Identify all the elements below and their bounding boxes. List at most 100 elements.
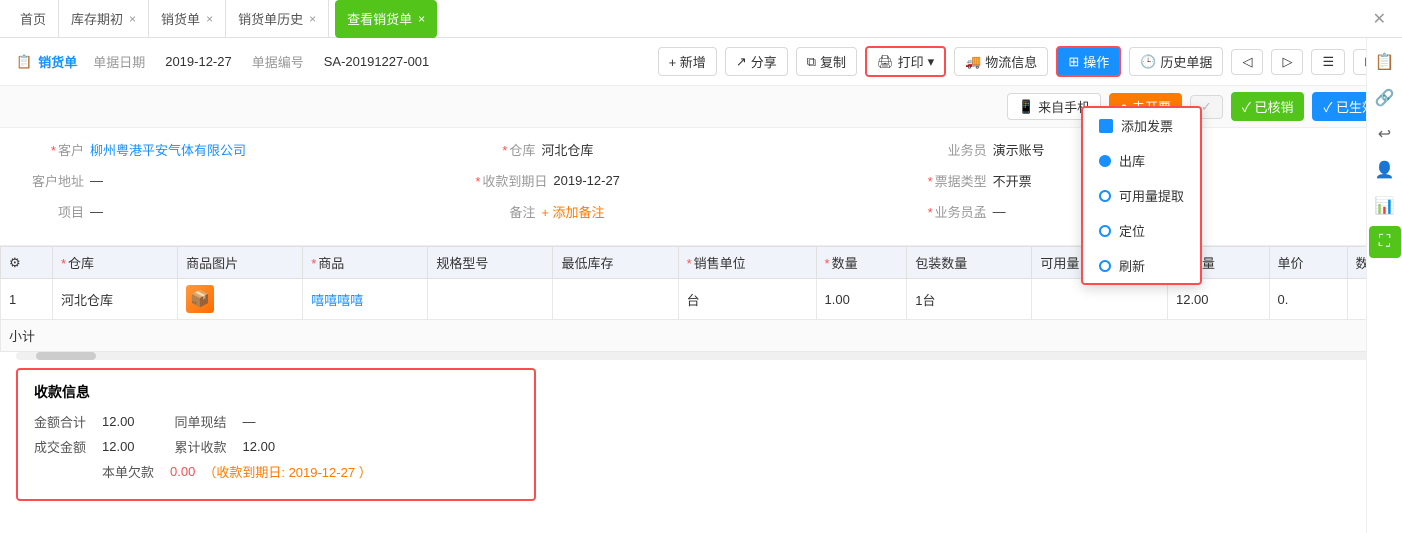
refresh-item[interactable]: 刷新 xyxy=(1083,248,1200,283)
project-label: 项目 xyxy=(24,202,84,221)
tab-sales-history-label: 销货单历史 xyxy=(238,9,303,28)
share-button[interactable]: ↗ 分享 xyxy=(725,47,788,76)
new-button[interactable]: + 新增 xyxy=(658,47,717,76)
row-product-img: 📦 xyxy=(178,279,303,320)
subtotal-label: 小计 xyxy=(1,320,1402,352)
tab-view-sales-label: 查看销货单 xyxy=(347,9,412,28)
ticket-type-label: 票据类型 xyxy=(927,171,987,190)
row-min-stock xyxy=(553,279,678,320)
history-icon: 🕒 xyxy=(1140,54,1156,70)
view-list[interactable]: ☰ xyxy=(1311,49,1345,75)
copy-button[interactable]: ⧉ 复制 xyxy=(796,47,857,76)
transaction-label: 成交金额 xyxy=(34,437,94,456)
sidebar-icon-doc[interactable]: 📋 xyxy=(1369,46,1401,78)
tab-view-sales[interactable]: 查看销货单 × xyxy=(335,0,437,38)
product-image: 📦 xyxy=(186,285,214,313)
row-spec xyxy=(428,279,553,320)
sidebar-icon-link[interactable]: 🔗 xyxy=(1369,82,1401,114)
payment-info-section: 收款信息 金额合计 12.00 同单现结 — 成交金额 12.00 累计收款 1… xyxy=(16,368,536,501)
th-settings[interactable]: ⚙ xyxy=(1,247,53,279)
note-field: 备注 + 添加备注 xyxy=(475,202,926,221)
sidebar-icon-expand[interactable]: ⛶ xyxy=(1369,226,1401,258)
date-value: 2019-12-27 xyxy=(165,54,232,69)
total-amount-field: 金额合计 12.00 xyxy=(34,412,135,431)
tab-view-sales-close[interactable]: × xyxy=(418,12,425,26)
operations-dropdown: 添加发票 出库 可用量提取 定位 刷新 xyxy=(1081,106,1202,285)
doc-title: 📋 销货单 xyxy=(16,52,77,71)
right-sidebar: 📋 🔗 ↩ 👤 📊 ⛶ xyxy=(1366,38,1402,533)
payment-date-value: 2019-12-27 xyxy=(553,173,926,188)
accumulated-label: 累计收款 xyxy=(175,437,235,456)
number-value: SA-20191227-001 xyxy=(324,54,430,69)
scroll-bar-area[interactable] xyxy=(16,352,1386,360)
check-icon: ✓ xyxy=(1201,99,1212,115)
outstanding-value: 0.00 xyxy=(170,464,195,479)
row-index: 1 xyxy=(1,279,53,320)
date-label: 单据日期 xyxy=(93,52,145,71)
tab-sales-history-close[interactable]: × xyxy=(309,12,316,26)
row-unit-price: 0. xyxy=(1269,279,1347,320)
available-qty-item[interactable]: 可用量提取 xyxy=(1083,178,1200,213)
th-quantity: 数量 xyxy=(816,247,907,279)
doc-header: 📋 销货单 单据日期 2019-12-27 单据编号 SA-20191227-0… xyxy=(0,38,1402,86)
customer-value[interactable]: 柳州粤港平安气体有限公司 xyxy=(90,140,475,159)
sidebar-icon-user[interactable]: 👤 xyxy=(1369,154,1401,186)
nav-prev[interactable]: ◁ xyxy=(1231,49,1263,75)
warehouse-label: 仓库 xyxy=(475,140,535,159)
warehouse-field: 仓库 河北仓库 xyxy=(475,140,926,159)
payment-date-field: 收款到期日 2019-12-27 xyxy=(475,171,926,190)
total-amount-label: 金额合计 xyxy=(34,412,94,431)
outbound-icon xyxy=(1099,155,1111,167)
print-button[interactable]: 🖨 打印 ▾ xyxy=(865,46,946,77)
operations-button[interactable]: ⊞ 操作 xyxy=(1056,46,1121,77)
effective-icon: ✓ xyxy=(1323,100,1332,115)
project-field: 项目 — xyxy=(24,202,475,221)
transaction-field: 成交金额 12.00 xyxy=(34,437,135,456)
add-invoice-icon xyxy=(1099,119,1113,133)
logistics-button[interactable]: 🚚 物流信息 xyxy=(954,47,1048,76)
row-quantity: 1.00 xyxy=(816,279,907,320)
tab-inventory[interactable]: 库存期初 × xyxy=(59,0,149,38)
print-dropdown-arrow: ▾ xyxy=(928,54,935,70)
add-invoice-item[interactable]: 添加发票 xyxy=(1083,108,1200,143)
tab-home[interactable]: 首页 xyxy=(8,0,59,38)
th-sales-unit: 销售单位 xyxy=(678,247,816,279)
available-qty-icon xyxy=(1099,190,1111,202)
row-product[interactable]: 嘻嘻嘻嘻 xyxy=(303,279,428,320)
tab-sales[interactable]: 销货单 × xyxy=(149,0,226,38)
scroll-bar-thumb[interactable] xyxy=(36,352,96,360)
payment-info-title: 收款信息 xyxy=(34,382,518,402)
logistics-icon: 🚚 xyxy=(965,54,981,70)
tab-sales-close[interactable]: × xyxy=(206,12,213,26)
address-field: 客户地址 — xyxy=(24,171,475,190)
locate-label: 定位 xyxy=(1119,221,1145,240)
th-pack-qty: 包装数量 xyxy=(907,247,1032,279)
th-product-img: 商品图片 xyxy=(178,247,303,279)
sidebar-icon-chart[interactable]: 📊 xyxy=(1369,190,1401,222)
tab-bar: 首页 库存期初 × 销货单 × 销货单历史 × 查看销货单 × ✕ xyxy=(0,0,1402,38)
row-warehouse: 河北仓库 xyxy=(52,279,177,320)
tab-inventory-close[interactable]: × xyxy=(129,12,136,26)
window-close[interactable]: ✕ xyxy=(1365,9,1394,29)
outbound-item[interactable]: 出库 xyxy=(1083,143,1200,178)
history-button[interactable]: 🕒 历史单据 xyxy=(1129,47,1223,76)
address-label: 客户地址 xyxy=(24,171,84,190)
nav-next[interactable]: ▷ xyxy=(1271,49,1303,75)
total-amount-value: 12.00 xyxy=(102,414,135,429)
available-qty-label: 可用量提取 xyxy=(1119,186,1184,205)
add-note-btn[interactable]: + 添加备注 xyxy=(541,202,604,221)
th-unit-price: 单价 xyxy=(1269,247,1347,279)
tab-home-label: 首页 xyxy=(20,9,46,28)
sidebar-icon-return[interactable]: ↩ xyxy=(1369,118,1401,150)
payment-date-label: 收款到期日 xyxy=(475,171,547,190)
tab-sales-history[interactable]: 销货单历史 × xyxy=(226,0,329,38)
customer-field: 客户 柳州粤港平安气体有限公司 xyxy=(24,140,475,159)
subtotal-row: 小计 xyxy=(1,320,1402,352)
sale-return-btn[interactable]: ✓ 已核销 xyxy=(1231,92,1305,121)
doc-actions: + 新增 ↗ 分享 ⧉ 复制 🖨 打印 ▾ 🚚 物流信息 ⊞ 操作 xyxy=(658,46,1386,77)
th-product: 商品 xyxy=(303,247,428,279)
locate-icon xyxy=(1099,225,1111,237)
locate-item[interactable]: 定位 xyxy=(1083,213,1200,248)
operator-label: 业务员 xyxy=(927,140,987,159)
warehouse-value: 河北仓库 xyxy=(541,140,926,159)
